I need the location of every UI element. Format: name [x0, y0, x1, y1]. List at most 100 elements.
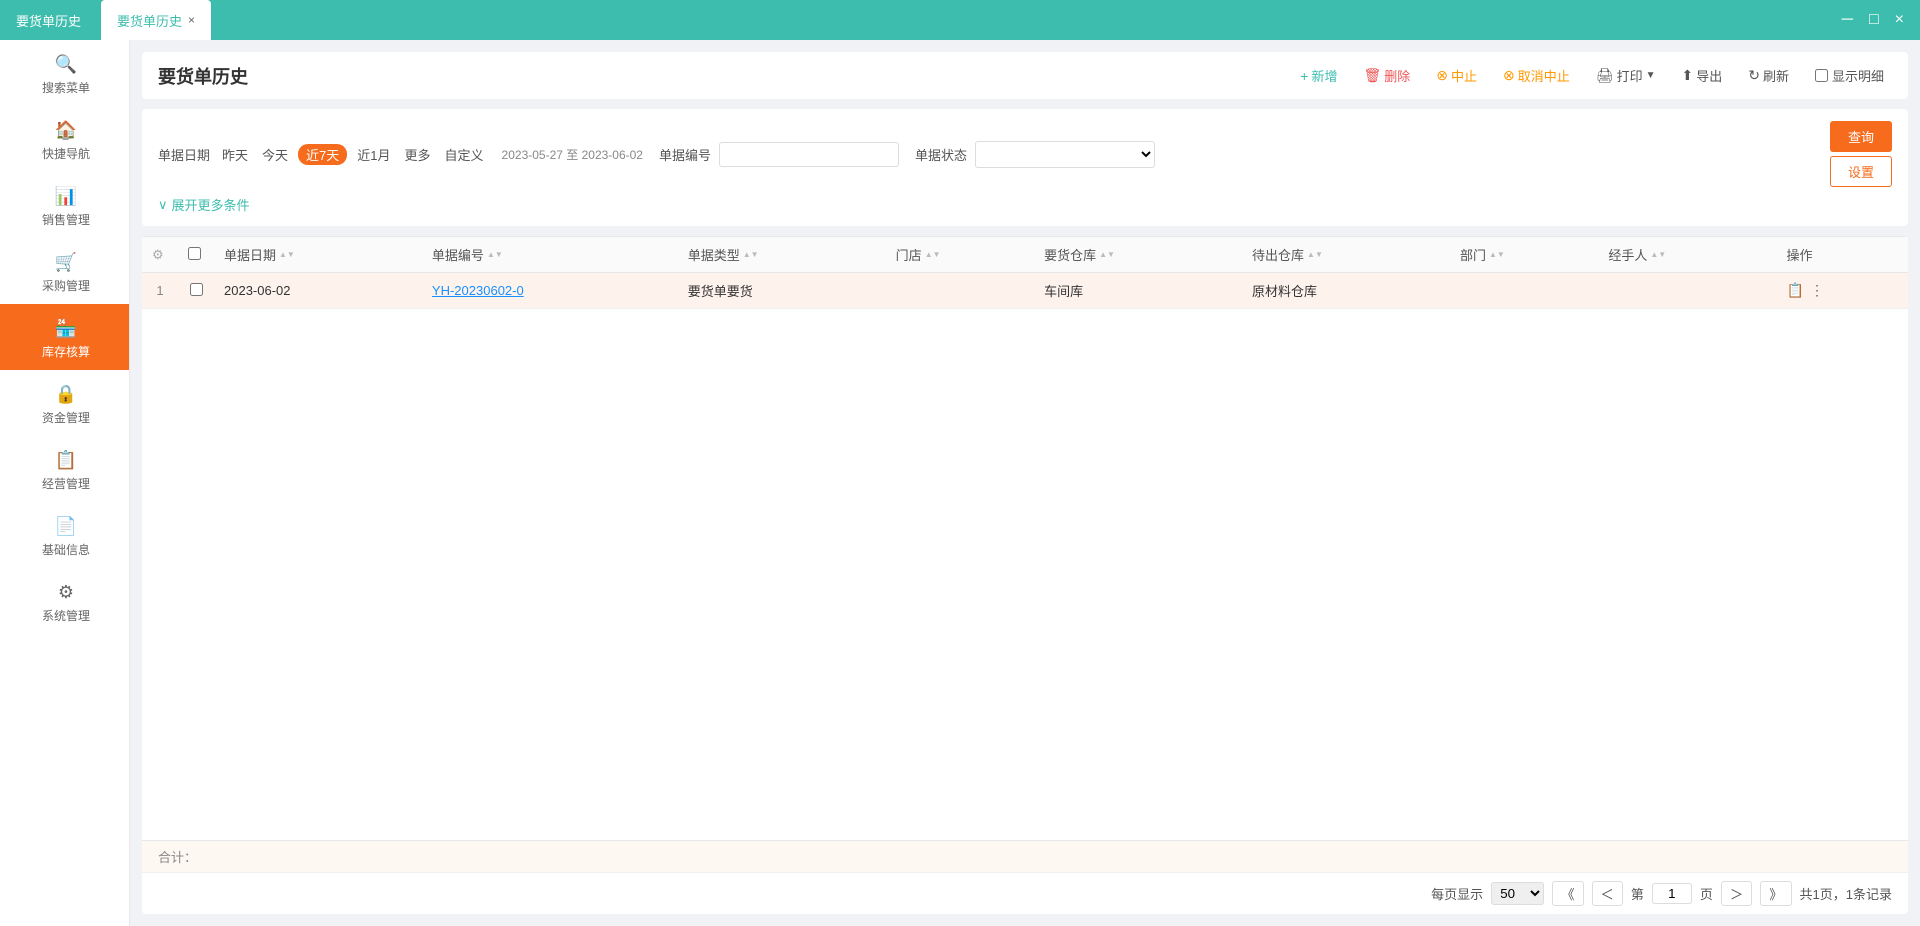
- row-num: 1: [156, 283, 163, 298]
- th-department-label: 部门: [1460, 245, 1486, 264]
- display-checkbox[interactable]: [1815, 69, 1828, 82]
- export-label: 导出: [1696, 66, 1722, 85]
- shortcut-custom[interactable]: 自定义: [441, 144, 488, 165]
- sort-arrows-handler: ▲▼: [1650, 251, 1666, 259]
- print-button[interactable]: 🖨 打印 ▼: [1588, 62, 1664, 89]
- close-window-icon[interactable]: ×: [1895, 11, 1904, 29]
- refresh-button[interactable]: ↻ 刷新: [1740, 62, 1797, 89]
- tab-close-icon[interactable]: ×: [188, 13, 195, 27]
- shortcut-1month[interactable]: 近1月: [353, 144, 394, 165]
- query-button[interactable]: 查询: [1830, 121, 1892, 152]
- shortcut-more[interactable]: 更多: [401, 144, 435, 165]
- print-arrow-icon: ▼: [1646, 70, 1656, 81]
- finance-icon: 🔒: [55, 384, 77, 405]
- stop-icon: ⊗: [1436, 67, 1448, 84]
- delete-icon: 🗑: [1363, 67, 1381, 84]
- date-range-display: 2023-05-27 至 2023-06-02: [502, 146, 643, 163]
- sidebar-item-sales[interactable]: 📊 销售管理: [0, 172, 129, 238]
- minimize-icon[interactable]: ─: [1842, 11, 1853, 29]
- export-icon: ⬆: [1681, 67, 1693, 84]
- delete-button[interactable]: 🗑 删除: [1355, 62, 1418, 89]
- quick-nav-icon: 🏠: [55, 120, 77, 141]
- sort-pending-warehouse[interactable]: 待出仓库 ▲▼: [1252, 245, 1440, 264]
- doc-link[interactable]: YH-20230602-0: [432, 283, 524, 298]
- more-icon[interactable]: ⋮: [1810, 282, 1824, 299]
- maximize-icon[interactable]: □: [1869, 11, 1879, 29]
- docnum-filter-group: 单据编号: [659, 142, 899, 167]
- tab-home[interactable]: 要货单历史: [0, 0, 97, 40]
- settings-button[interactable]: 设置: [1830, 156, 1892, 187]
- refresh-icon: ↻: [1748, 67, 1760, 84]
- next-page-button[interactable]: ＞: [1721, 881, 1752, 906]
- search-menu-icon: 🔍: [55, 54, 77, 75]
- expand-label: 展开更多条件: [172, 195, 250, 214]
- sidebar-item-search-menu[interactable]: 🔍 搜索菜单: [0, 40, 129, 106]
- sidebar-item-label: 基础信息: [42, 541, 90, 558]
- page-input[interactable]: [1652, 883, 1692, 904]
- th-settings: ⚙: [142, 237, 178, 273]
- cancel-button[interactable]: ⊗ 取消中止: [1495, 62, 1578, 89]
- filter-area: 单据日期 昨天 今天 近7天 近1月 更多 自定义 2023-05-27 至 2…: [142, 109, 1908, 226]
- stop-button[interactable]: ⊗ 中止: [1428, 62, 1485, 89]
- sort-doc-num[interactable]: 单据编号 ▲▼: [432, 245, 668, 264]
- edit-icon[interactable]: 📋: [1787, 282, 1804, 299]
- th-handler-label: 经手人: [1608, 245, 1647, 264]
- prev-page-button[interactable]: ＜: [1592, 881, 1623, 906]
- display-button[interactable]: 显示明细: [1807, 62, 1892, 89]
- sort-doc-date[interactable]: 单据日期 ▲▼: [224, 245, 412, 264]
- tab-active[interactable]: 要货单历史 ×: [101, 0, 211, 40]
- th-pending-warehouse: 待出仓库 ▲▼: [1242, 237, 1450, 273]
- system-icon: ⚙: [58, 582, 74, 603]
- table-row: 1 2023-06-02 YH-20230602-0 要货单要货 车间: [142, 273, 1908, 309]
- th-req-warehouse-label: 要货仓库: [1044, 245, 1096, 264]
- sidebar-item-label: 资金管理: [42, 409, 90, 426]
- sort-req-warehouse[interactable]: 要货仓库 ▲▼: [1044, 245, 1232, 264]
- sort-store[interactable]: 门店 ▲▼: [896, 245, 1024, 264]
- footer-label: 合计：: [158, 847, 197, 866]
- row-checkbox-cell: [178, 273, 214, 309]
- column-settings-icon[interactable]: ⚙: [152, 247, 164, 262]
- row-checkbox[interactable]: [190, 283, 203, 296]
- sidebar-item-label: 经营管理: [42, 475, 90, 492]
- new-button[interactable]: + 新增: [1292, 62, 1345, 89]
- expand-arrow-icon: ∨: [158, 197, 168, 213]
- sidebar-item-quick-nav[interactable]: 🏠 快捷导航: [0, 106, 129, 172]
- shortcut-yesterday[interactable]: 昨天: [218, 144, 252, 165]
- select-all-checkbox[interactable]: [188, 247, 201, 260]
- content-area: 要货单历史 + 新增 🗑 删除 ⊗ 中止 ⊗ 取消中止: [130, 40, 1920, 926]
- page-title: 要货单历史: [158, 63, 248, 89]
- sidebar-item-inventory[interactable]: 🏪 库存核算: [0, 304, 129, 370]
- sort-arrows-store: ▲▼: [925, 251, 941, 259]
- sidebar-item-system[interactable]: ⚙ 系统管理: [0, 568, 129, 634]
- row-num-cell: 1: [142, 273, 178, 309]
- row-department: [1450, 273, 1598, 309]
- expand-filter-button[interactable]: ∨ 展开更多条件: [158, 195, 1892, 214]
- header-row: ⚙ 单据日期 ▲▼: [142, 237, 1908, 273]
- delete-label: 删除: [1384, 66, 1410, 85]
- shortcut-today[interactable]: 今天: [258, 144, 292, 165]
- cancel-label: 取消中止: [1518, 66, 1570, 85]
- sort-handler[interactable]: 经手人 ▲▼: [1608, 245, 1766, 264]
- table-scroll[interactable]: ⚙ 单据日期 ▲▼: [142, 236, 1908, 840]
- table-body: 1 2023-06-02 YH-20230602-0 要货单要货 车间: [142, 273, 1908, 309]
- sort-arrows-department: ▲▼: [1489, 251, 1505, 259]
- th-doc-type: 单据类型 ▲▼: [678, 237, 886, 273]
- first-page-button[interactable]: 《: [1552, 881, 1583, 906]
- status-filter-group: 单据状态: [915, 141, 1155, 168]
- docnum-input[interactable]: [719, 142, 899, 167]
- last-page-button[interactable]: 》: [1760, 881, 1791, 906]
- data-table: ⚙ 单据日期 ▲▼: [142, 236, 1908, 309]
- status-select[interactable]: [975, 141, 1155, 168]
- sidebar-item-purchase[interactable]: 🛒 采购管理: [0, 238, 129, 304]
- sidebar-item-basic-info[interactable]: 📄 基础信息: [0, 502, 129, 568]
- export-button[interactable]: ⬆ 导出: [1673, 62, 1730, 89]
- th-handler: 经手人 ▲▼: [1598, 237, 1776, 273]
- sidebar-item-finance[interactable]: 🔒 资金管理: [0, 370, 129, 436]
- per-page-select[interactable]: 50 10 20 100: [1491, 882, 1544, 905]
- sort-department[interactable]: 部门 ▲▼: [1460, 245, 1588, 264]
- sort-doc-type[interactable]: 单据类型 ▲▼: [688, 245, 876, 264]
- sort-arrows-doc-num: ▲▼: [487, 251, 503, 259]
- th-checkbox: [178, 237, 214, 273]
- sidebar-item-operations[interactable]: 📋 经营管理: [0, 436, 129, 502]
- shortcut-7days[interactable]: 近7天: [298, 144, 347, 165]
